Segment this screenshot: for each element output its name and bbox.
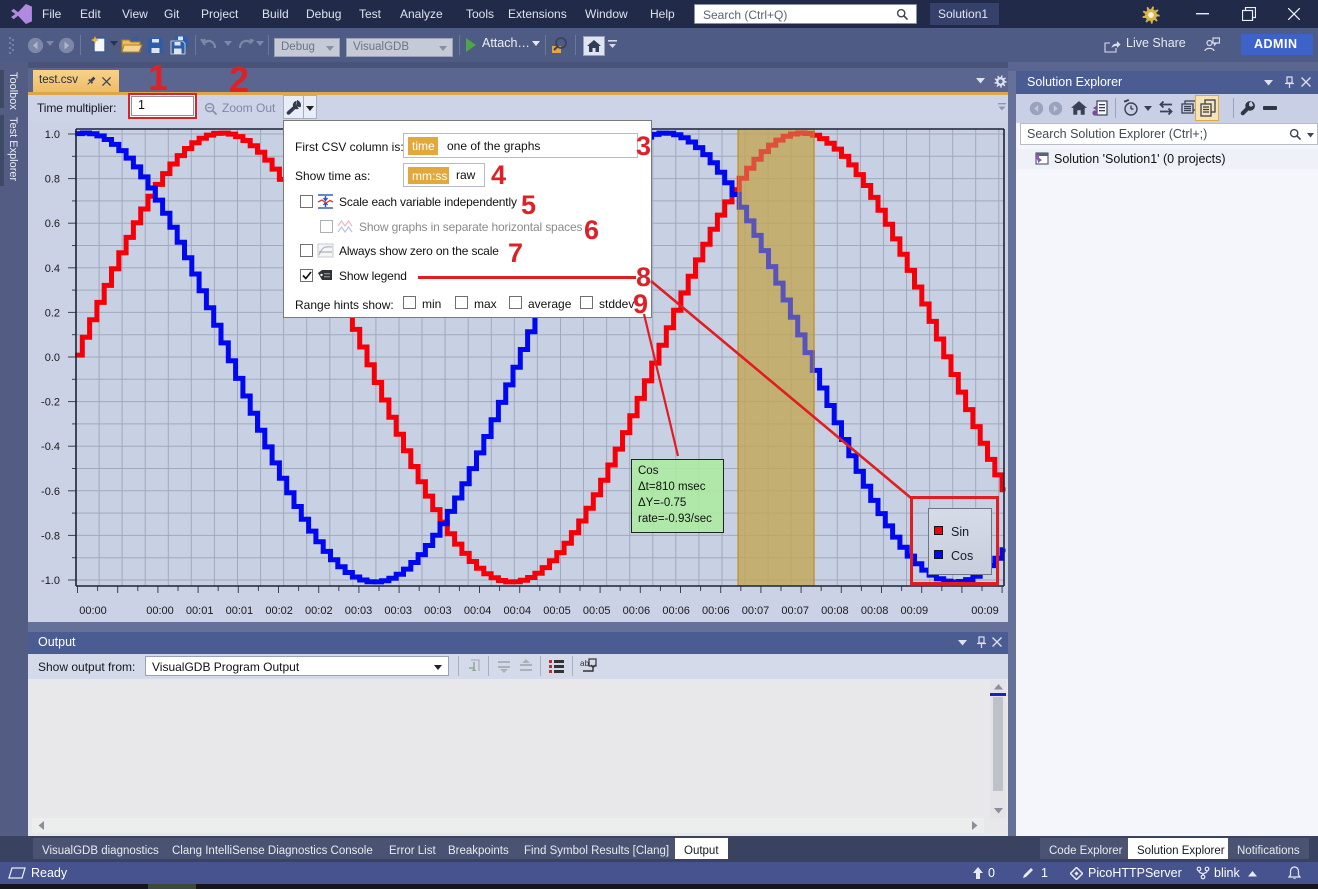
svg-text:00:05: 00:05: [583, 605, 611, 617]
svg-text:00:00: 00:00: [79, 605, 107, 617]
svg-text:-0.2: -0.2: [41, 397, 60, 409]
svg-text:00:07: 00:07: [781, 605, 809, 617]
svg-text:00:06: 00:06: [623, 605, 651, 617]
svg-text:00:08: 00:08: [861, 605, 889, 617]
svg-text:0.0: 0.0: [45, 352, 60, 364]
svg-text:00:02: 00:02: [305, 605, 333, 617]
svg-text:-0.8: -0.8: [41, 530, 60, 542]
svg-text:1.0: 1.0: [45, 129, 60, 141]
svg-text:00:04: 00:04: [464, 605, 492, 617]
svg-text:-0.6: -0.6: [41, 486, 60, 498]
svg-text:0.6: 0.6: [45, 218, 60, 230]
svg-text:00:03: 00:03: [384, 605, 412, 617]
svg-text:00:06: 00:06: [662, 605, 690, 617]
svg-text:00:01: 00:01: [186, 605, 214, 617]
svg-text:00:08: 00:08: [821, 605, 849, 617]
svg-text:00:09: 00:09: [901, 605, 929, 617]
svg-text:00:02: 00:02: [265, 605, 293, 617]
svg-text:0.8: 0.8: [45, 174, 60, 186]
svg-text:00:03: 00:03: [345, 605, 373, 617]
svg-text:00:09: 00:09: [971, 605, 999, 617]
svg-text:00:00: 00:00: [146, 605, 174, 617]
svg-text:00:04: 00:04: [504, 605, 532, 617]
svg-text:00:06: 00:06: [702, 605, 730, 617]
svg-text:00:03: 00:03: [424, 605, 452, 617]
svg-text:0.4: 0.4: [45, 263, 60, 275]
svg-text:-1.0: -1.0: [41, 575, 60, 587]
svg-text:00:05: 00:05: [543, 605, 571, 617]
svg-text:0.2: 0.2: [45, 307, 60, 319]
svg-text:ab: ab: [580, 659, 589, 668]
svg-text:-0.4: -0.4: [41, 441, 60, 453]
svg-text:00:01: 00:01: [226, 605, 254, 617]
svg-text:00:07: 00:07: [742, 605, 770, 617]
